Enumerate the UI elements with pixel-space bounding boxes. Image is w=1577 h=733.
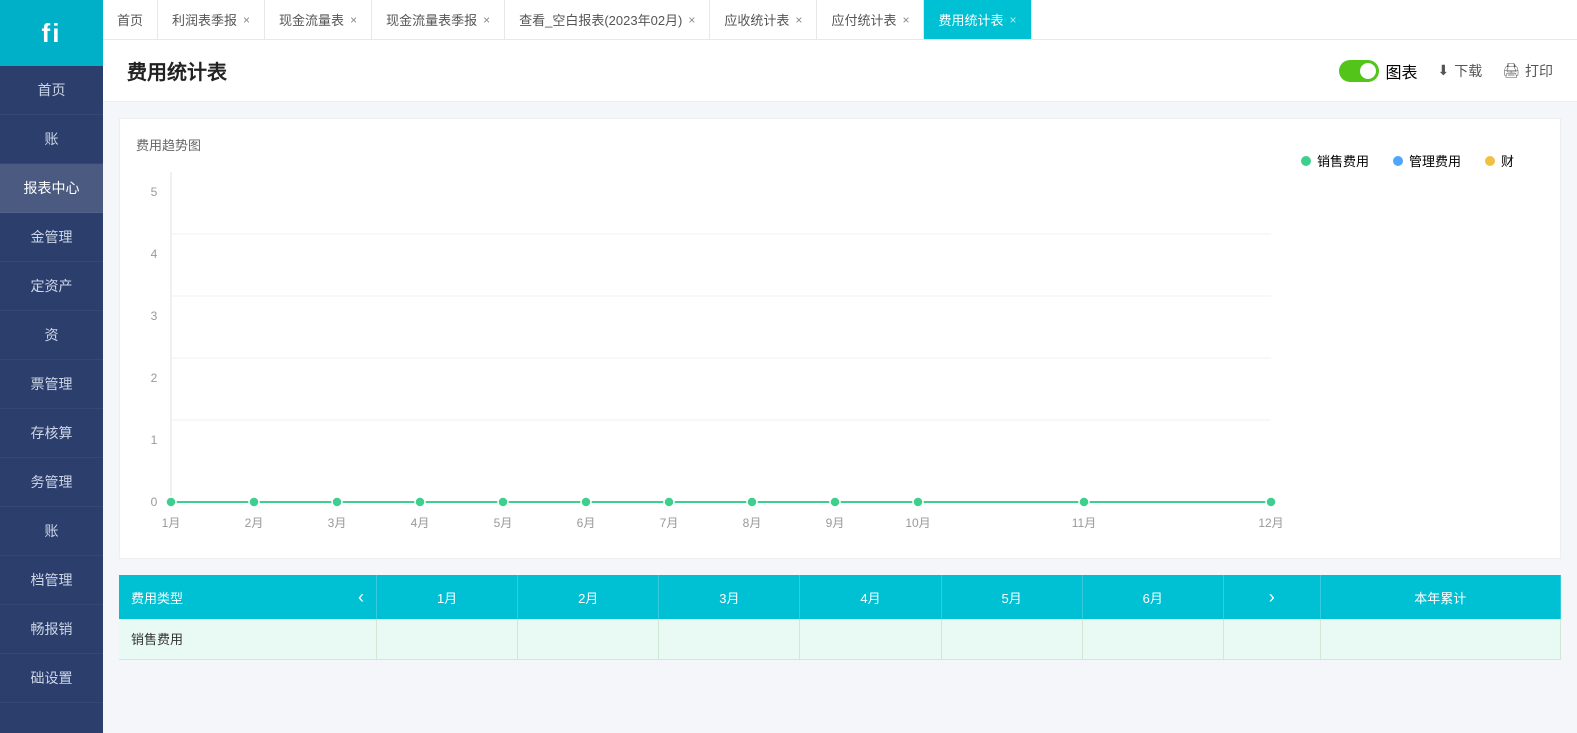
next-arrow-cell[interactable]: › (1223, 575, 1320, 619)
prev-arrow[interactable]: ‹ (358, 587, 364, 608)
svg-text:2: 2 (151, 371, 158, 385)
tab-expense-stats[interactable]: 费用统计表 × (924, 0, 1031, 40)
svg-text:9月: 9月 (826, 516, 845, 530)
page-content: 费用统计表 图表 ⬇ 下载 🖨 打印 费用趋势图 (103, 40, 1577, 733)
col-m2-header: 2月 (518, 575, 659, 619)
print-icon: 🖨 (1502, 62, 1520, 79)
tab-profit-quarterly[interactable]: 利润表季报 × (158, 0, 265, 40)
svg-text:1月: 1月 (162, 516, 181, 530)
sidebar-item-fixed-assets[interactable]: 定资产 (0, 262, 103, 311)
tab-bar: 首页 利润表季报 × 现金流量表 × 现金流量表季报 × 查看_空白报表(202… (103, 0, 1577, 40)
tab-payable-stats-label: 应付统计表 (831, 10, 896, 29)
svg-text:8月: 8月 (743, 516, 762, 530)
tab-profit-quarterly-close[interactable]: × (243, 13, 250, 27)
download-label: 下载 (1454, 61, 1482, 81)
main-area: 首页 利润表季报 × 现金流量表 × 现金流量表季报 × 查看_空白报表(202… (103, 0, 1577, 733)
tab-cash-flow-quarterly[interactable]: 现金流量表季报 × (372, 0, 505, 40)
tab-receivable-stats-label: 应收统计表 (724, 10, 789, 29)
row-m2 (518, 619, 659, 659)
col-ytd-header: 本年累计 (1320, 575, 1560, 619)
sidebar-item-fund-mgmt[interactable]: 金管理 (0, 213, 103, 262)
tab-home-label: 首页 (117, 10, 143, 29)
svg-text:7月: 7月 (660, 516, 679, 530)
chart-area: 0 1 2 3 4 5 (136, 162, 1544, 542)
svg-text:0: 0 (151, 495, 158, 509)
sidebar-item-service-mgmt[interactable]: 务管理 (0, 458, 103, 507)
sidebar-item-basic-settings[interactable]: 础设置 (0, 654, 103, 703)
svg-text:3: 3 (151, 309, 158, 323)
svg-text:6月: 6月 (577, 516, 596, 530)
page-title: 费用统计表 (127, 56, 227, 85)
tab-expense-stats-close[interactable]: × (1009, 13, 1016, 27)
svg-text:1: 1 (151, 433, 158, 447)
sidebar-item-account[interactable]: 账 (0, 115, 103, 164)
data-table: 费用类型 ‹ 1月 2月 3月 4月 5月 6月 › 本年累计 (119, 575, 1561, 660)
svg-text:11月: 11月 (1072, 516, 1096, 530)
tab-view-blank-report[interactable]: 查看_空白报表(2023年02月) × (505, 0, 710, 40)
row-type: 销售费用 (119, 619, 376, 659)
col-m4-header: 4月 (800, 575, 941, 619)
svg-text:12月: 12月 (1258, 516, 1283, 530)
tab-profit-quarterly-label: 利润表季报 (172, 10, 237, 29)
download-icon: ⬇ (1437, 62, 1449, 79)
app-logo: fi (0, 0, 103, 66)
sidebar-item-invoice-mgmt[interactable]: 票管理 (0, 360, 103, 409)
row-m5 (941, 619, 1082, 659)
tab-view-blank-report-label: 查看_空白报表(2023年02月) (519, 10, 682, 29)
sidebar: fi 首页 账 报表中心 金管理 定资产 资 票管理 存核算 务管理 账 档管理… (0, 0, 103, 733)
svg-text:5月: 5月 (494, 516, 513, 530)
sidebar-item-investment[interactable]: 资 (0, 311, 103, 360)
header-actions: 图表 ⬇ 下载 🖨 打印 (1339, 59, 1553, 83)
print-label: 打印 (1525, 61, 1553, 81)
col-m3-header: 3月 (659, 575, 800, 619)
row-spacer (1223, 619, 1320, 659)
table-row: 销售费用 (119, 619, 1561, 659)
tab-cash-flow[interactable]: 现金流量表 × (265, 0, 372, 40)
row-m6 (1082, 619, 1223, 659)
svg-text:4月: 4月 (411, 516, 430, 530)
page-header: 费用统计表 图表 ⬇ 下载 🖨 打印 (103, 40, 1577, 102)
tab-receivable-stats[interactable]: 应收统计表 × (710, 0, 817, 40)
col-m1-header: 1月 (376, 575, 517, 619)
tab-view-blank-report-close[interactable]: × (688, 13, 695, 27)
svg-text:2月: 2月 (245, 516, 264, 530)
sidebar-item-report-center[interactable]: 报表中心 (0, 164, 103, 213)
tab-cash-flow-close[interactable]: × (350, 13, 357, 27)
chart-toggle-label: 图表 (1385, 59, 1417, 83)
svg-text:3月: 3月 (328, 516, 347, 530)
row-m3 (659, 619, 800, 659)
download-button[interactable]: ⬇ 下载 (1437, 61, 1482, 81)
print-button[interactable]: 🖨 打印 (1502, 61, 1553, 81)
chart-section: 费用趋势图 销售费用 管理费用 财 (119, 118, 1561, 559)
tab-receivable-stats-close[interactable]: × (795, 13, 802, 27)
row-m1 (376, 619, 517, 659)
tab-cash-flow-label: 现金流量表 (279, 10, 344, 29)
chart-toggle-wrap: 图表 (1339, 59, 1417, 83)
table-section: 费用类型 ‹ 1月 2月 3月 4月 5月 6月 › 本年累计 (119, 575, 1561, 660)
row-m4 (800, 619, 941, 659)
tab-cash-flow-quarterly-label: 现金流量表季报 (386, 10, 477, 29)
col-type-label: 费用类型 (131, 588, 183, 607)
tab-cash-flow-quarterly-close[interactable]: × (483, 13, 490, 27)
row-ytd (1320, 619, 1560, 659)
tab-payable-stats-close[interactable]: × (902, 13, 909, 27)
svg-text:5: 5 (151, 185, 158, 199)
chart-svg: 0 1 2 3 4 5 (136, 162, 1544, 542)
chart-toggle[interactable] (1339, 60, 1379, 82)
svg-text:4: 4 (151, 247, 158, 261)
sidebar-item-inventory[interactable]: 存核算 (0, 409, 103, 458)
col-m5-header: 5月 (941, 575, 1082, 619)
sidebar-item-home[interactable]: 首页 (0, 66, 103, 115)
tab-expense-stats-label: 费用统计表 (938, 10, 1003, 29)
sidebar-item-archive-mgmt[interactable]: 档管理 (0, 556, 103, 605)
sidebar-item-ledger[interactable]: 账 (0, 507, 103, 556)
svg-text:10月: 10月 (905, 516, 930, 530)
tab-payable-stats[interactable]: 应付统计表 × (817, 0, 924, 40)
col-type-header: 费用类型 ‹ (119, 575, 376, 619)
col-m6-header: 6月 (1082, 575, 1223, 619)
sidebar-item-expense-reimb[interactable]: 畅报销 (0, 605, 103, 654)
tab-home[interactable]: 首页 (103, 0, 158, 40)
